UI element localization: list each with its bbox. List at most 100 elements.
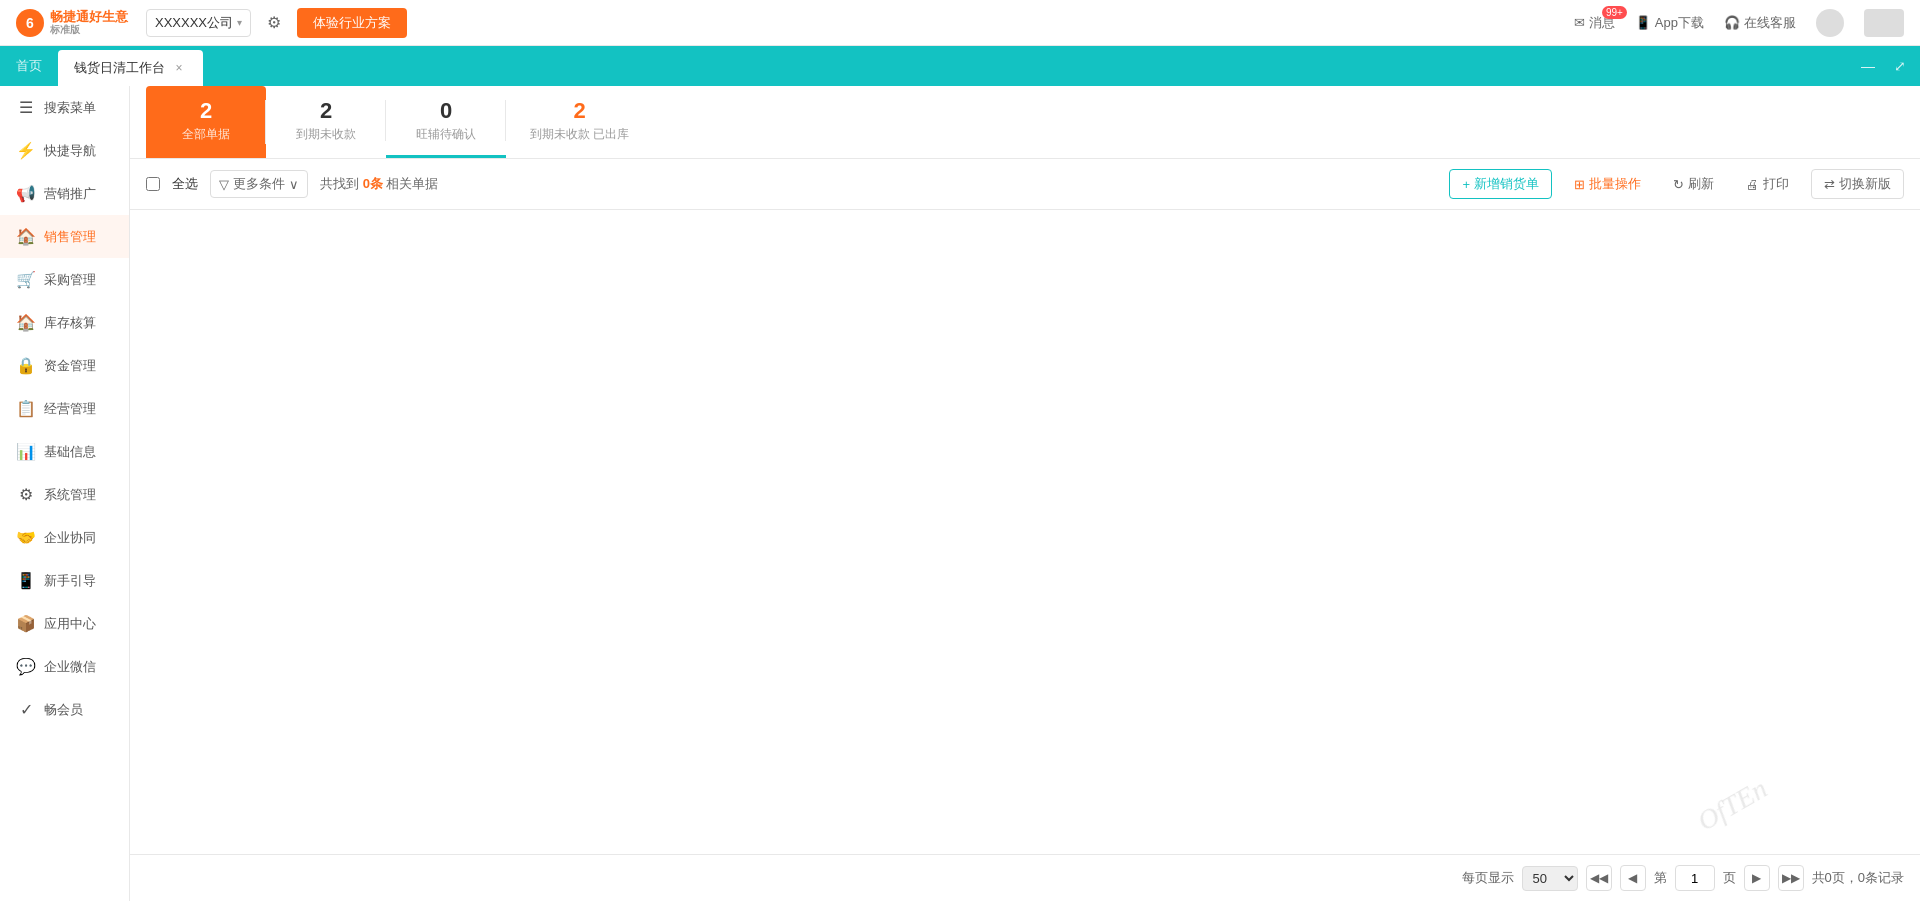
settings-icon: ⚙ [267, 13, 281, 32]
switch-version-button[interactable]: ⇄ 切换新版 [1811, 169, 1904, 199]
sidebar-item-base-info[interactable]: 📊 基础信息 [0, 430, 129, 473]
print-label: 打印 [1763, 175, 1789, 193]
last-page-button[interactable]: ▶▶ [1778, 865, 1804, 891]
sidebar-app-center-label: 应用中心 [44, 615, 96, 633]
stat-shipped-label: 到期未收款 已出库 [530, 126, 629, 143]
batch-label: 批量操作 [1589, 175, 1641, 193]
quick-nav-icon: ⚡ [16, 141, 36, 160]
select-all-checkbox[interactable] [146, 177, 160, 191]
page-size-select[interactable]: 50 100 200 [1522, 866, 1578, 891]
filter-icon: ▽ [219, 177, 229, 192]
sidebar-item-inventory[interactable]: 🏠 库存核算 [0, 301, 129, 344]
sidebar-item-finance[interactable]: 🔒 资金管理 [0, 344, 129, 387]
logo-text: 畅捷通好生意 标准版 [50, 9, 128, 37]
company-selector[interactable]: XXXXXX公司 ▾ [146, 9, 251, 37]
company-dropdown-arrow: ▾ [237, 17, 242, 28]
prev-page-button[interactable]: ◀ [1620, 865, 1646, 891]
found-text: 共找到 0条 相关单据 [320, 175, 438, 193]
tab-home-label: 首页 [16, 57, 42, 75]
app-download-icon: 📱 [1635, 15, 1651, 30]
refresh-button[interactable]: ↻ 刷新 [1663, 170, 1724, 198]
tab-maximize-button[interactable]: ⤢ [1888, 54, 1912, 78]
operations-icon: 📋 [16, 399, 36, 418]
stat-pending-label: 旺辅待确认 [416, 126, 476, 143]
sidebar-inventory-label: 库存核算 [44, 314, 96, 332]
online-service-label: 在线客服 [1744, 14, 1796, 32]
new-btn-label: 新增销货单 [1474, 175, 1539, 193]
sidebar-item-app-center[interactable]: 📦 应用中心 [0, 602, 129, 645]
beginner-icon: 📱 [16, 571, 36, 590]
stat-tab-shipped[interactable]: 2 到期未收款 已出库 [506, 86, 653, 158]
stat-all-label: 全部单据 [182, 126, 230, 143]
footer-pagination: 每页显示 50 100 200 ◀◀ ◀ 第 页 ▶ ▶▶ 共0页，0条记录 [130, 854, 1920, 901]
sidebar-enterprise-label: 企业协同 [44, 529, 96, 547]
header-right: ✉ 消息 99 📱 App下载 🎧 在线客服 [1574, 9, 1904, 37]
user-info-area[interactable] [1864, 9, 1904, 37]
tab-active[interactable]: 钱货日清工作台 × [58, 50, 203, 86]
first-page-button[interactable]: ◀◀ [1586, 865, 1612, 891]
app-name: 畅捷通好生意 [50, 9, 128, 25]
tab-minimize-button[interactable]: — [1856, 54, 1880, 78]
app-download-item[interactable]: 📱 App下载 [1635, 14, 1704, 32]
stat-pending-number: 0 [440, 98, 452, 124]
page-number-input[interactable] [1675, 865, 1715, 891]
switch-label: 切换新版 [1839, 175, 1891, 193]
sidebar-item-sales[interactable]: 🏠 销售管理 [0, 215, 129, 258]
sidebar-finance-label: 资金管理 [44, 357, 96, 375]
sidebar-item-beginner[interactable]: 📱 新手引导 [0, 559, 129, 602]
search-menu-icon: ☰ [16, 98, 36, 117]
sidebar-item-quick-nav[interactable]: ⚡ 快捷导航 [0, 129, 129, 172]
filter-button[interactable]: ▽ 更多条件 ∨ [210, 170, 308, 198]
switch-icon: ⇄ [1824, 177, 1835, 192]
tab-active-label: 钱货日清工作台 [74, 59, 165, 77]
sidebar-item-operations[interactable]: 📋 经营管理 [0, 387, 129, 430]
page-size-label: 每页显示 [1462, 869, 1514, 887]
purchase-icon: 🛒 [16, 270, 36, 289]
settings-button[interactable]: ⚙ [259, 8, 289, 38]
app-edition: 标准版 [50, 24, 128, 36]
sales-icon: 🏠 [16, 227, 36, 246]
stat-tab-all[interactable]: 2 全部单据 [146, 86, 266, 158]
company-name: XXXXXX公司 [155, 14, 233, 32]
table-area [130, 210, 1920, 854]
stat-shipped-number: 2 [574, 98, 586, 124]
sidebar-item-marketing[interactable]: 📢 营销推广 [0, 172, 129, 215]
filter-label: 更多条件 [233, 175, 285, 193]
filter-arrow-icon: ∨ [289, 177, 299, 192]
sidebar-item-purchase[interactable]: 🛒 采购管理 [0, 258, 129, 301]
finance-icon: 🔒 [16, 356, 36, 375]
next-page-button[interactable]: ▶ [1744, 865, 1770, 891]
tab-close-button[interactable]: × [171, 60, 187, 76]
marketing-icon: 📢 [16, 184, 36, 203]
stat-tab-pending[interactable]: 0 旺辅待确认 [386, 86, 506, 158]
stat-tab-overdue[interactable]: 2 到期未收款 [266, 86, 386, 158]
refresh-label: 刷新 [1688, 175, 1714, 193]
batch-operation-button[interactable]: ⊞ 批量操作 [1564, 170, 1651, 198]
sidebar: ☰ 搜索菜单 ⚡ 快捷导航 📢 营销推广 🏠 销售管理 🛒 采购管理 🏠 库存核… [0, 86, 130, 901]
sidebar-wechat-label: 企业微信 [44, 658, 96, 676]
new-sale-order-button[interactable]: + 新增销货单 [1449, 169, 1552, 199]
sidebar-item-enterprise[interactable]: 🤝 企业协同 [0, 516, 129, 559]
sidebar-item-member[interactable]: ✓ 畅会员 [0, 688, 129, 731]
content-area: 2 全部单据 2 到期未收款 0 旺辅待确认 2 到期未收款 已出库 全选 [130, 86, 1920, 901]
user-avatar[interactable] [1816, 9, 1844, 37]
toolbar-right: + 新增销货单 ⊞ 批量操作 ↻ 刷新 🖨 打印 ⇄ 切换新版 [1449, 169, 1904, 199]
page-label: 第 [1654, 869, 1667, 887]
toolbar: 全选 ▽ 更多条件 ∨ 共找到 0条 相关单据 + 新增销货单 ⊞ [130, 159, 1920, 210]
print-button[interactable]: 🖨 打印 [1736, 170, 1799, 198]
top-header: 6 畅捷通好生意 标准版 XXXXXX公司 ▾ ⚙ 体验行业方案 ✉ 消息 99… [0, 0, 1920, 46]
page-suffix: 页 [1723, 869, 1736, 887]
total-info: 共0页，0条记录 [1812, 869, 1904, 887]
app-center-icon: 📦 [16, 614, 36, 633]
sidebar-item-system[interactable]: ⚙ 系统管理 [0, 473, 129, 516]
sidebar-item-search-menu[interactable]: ☰ 搜索菜单 [0, 86, 129, 129]
message-item[interactable]: ✉ 消息 99 [1574, 14, 1615, 32]
tab-home[interactable]: 首页 [0, 46, 58, 86]
sidebar-item-wechat[interactable]: 💬 企业微信 [0, 645, 129, 688]
headset-icon: 🎧 [1724, 15, 1740, 30]
online-service-item[interactable]: 🎧 在线客服 [1724, 14, 1796, 32]
trial-button[interactable]: 体验行业方案 [297, 8, 407, 38]
sidebar-member-label: 畅会员 [44, 701, 83, 719]
enterprise-icon: 🤝 [16, 528, 36, 547]
message-badge: 99 [1602, 6, 1627, 19]
